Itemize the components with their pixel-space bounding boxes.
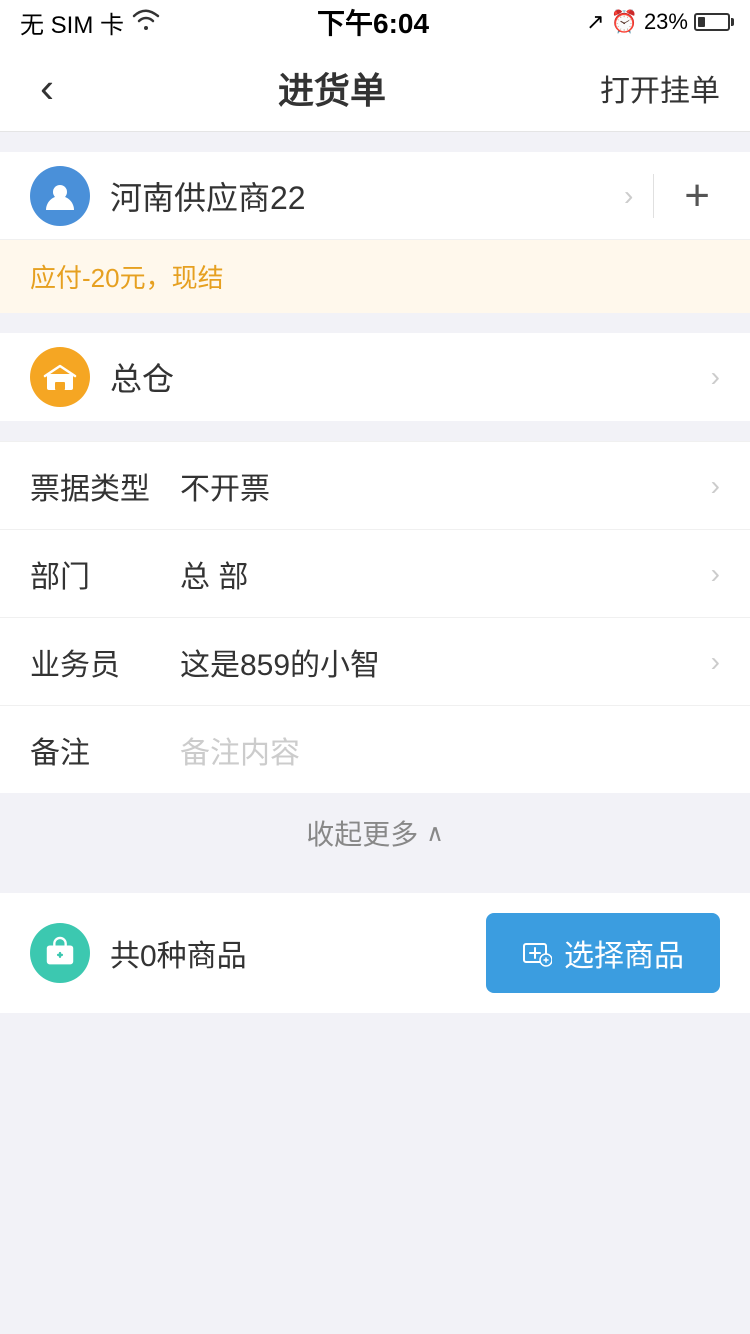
battery-text: 23% [644,9,688,35]
remark-label: 备注 [30,728,160,772]
product-icon [30,923,90,983]
product-count: 共0种商品 [110,931,486,975]
open-pending-button[interactable]: 打开挂单 [600,66,720,110]
collapse-row[interactable]: 收起更多 ∧ [0,793,750,873]
dept-label: 部门 [30,552,160,596]
select-product-label: 选择商品 [564,931,684,975]
top-divider [0,132,750,152]
status-time: 下午6:04 [317,2,429,42]
page-background [0,1013,750,1313]
wifi-icon [132,8,160,37]
remark-row[interactable]: 备注 备注内容 [0,705,750,793]
status-bar: 无 SIM 卡 下午6:04 ↗ ⏰ 23% [0,0,750,44]
supplier-name: 河南供应商22 [110,173,614,219]
back-button[interactable]: ‹ [30,54,64,122]
status-icons: ↗ ⏰ 23% [586,9,730,35]
warehouse-row[interactable]: 总仓 › [0,333,750,421]
invoice-value: 不开票 [160,464,701,508]
add-supplier-button[interactable]: + [674,171,720,221]
page-title: 进货单 [278,62,386,114]
salesman-value: 这是859的小智 [160,640,701,684]
collapse-icon: ∧ [426,819,444,848]
notice-bar: 应付-20元，现结 [0,240,750,313]
dept-chevron: › [711,558,720,590]
nav-bar: ‹ 进货单 打开挂单 [0,44,750,132]
status-carrier: 无 SIM 卡 [20,5,160,40]
form-section: 票据类型 不开票 › 部门 总 部 › 业务员 这是859的小智 › 备注 备注… [0,441,750,793]
carrier-text: 无 SIM 卡 [20,5,124,40]
salesman-row[interactable]: 业务员 这是859的小智 › [0,617,750,705]
back-icon: ‹ [40,64,54,112]
battery-icon [694,13,730,31]
select-product-icon [522,938,552,968]
invoice-row[interactable]: 票据类型 不开票 › [0,441,750,529]
warehouse-name: 总仓 [110,354,701,400]
supplier-row[interactable]: 河南供应商22 › + [0,152,750,240]
warehouse-chevron: › [711,361,720,393]
dept-row[interactable]: 部门 总 部 › [0,529,750,617]
invoice-chevron: › [711,470,720,502]
warehouse-section: 总仓 › [0,333,750,421]
location-icon: ↗ [586,9,604,35]
supplier-section: 河南供应商22 › + 应付-20元，现结 [0,152,750,313]
supplier-chevron: › [624,180,633,212]
notice-text: 应付-20元，现结 [30,263,224,293]
bottom-bar: 共0种商品 选择商品 [0,893,750,1013]
divider-2 [0,421,750,441]
alarm-icon: ⏰ [611,9,638,35]
divider-1 [0,313,750,333]
remark-value: 备注内容 [160,728,720,772]
invoice-label: 票据类型 [30,464,160,508]
collapse-text: 收起更多 [306,813,418,853]
supplier-divider [653,174,654,218]
warehouse-icon [30,347,90,407]
supplier-avatar [30,166,90,226]
salesman-label: 业务员 [30,640,160,684]
select-product-button[interactable]: 选择商品 [486,913,720,993]
dept-value: 总 部 [160,552,701,596]
salesman-chevron: › [711,646,720,678]
